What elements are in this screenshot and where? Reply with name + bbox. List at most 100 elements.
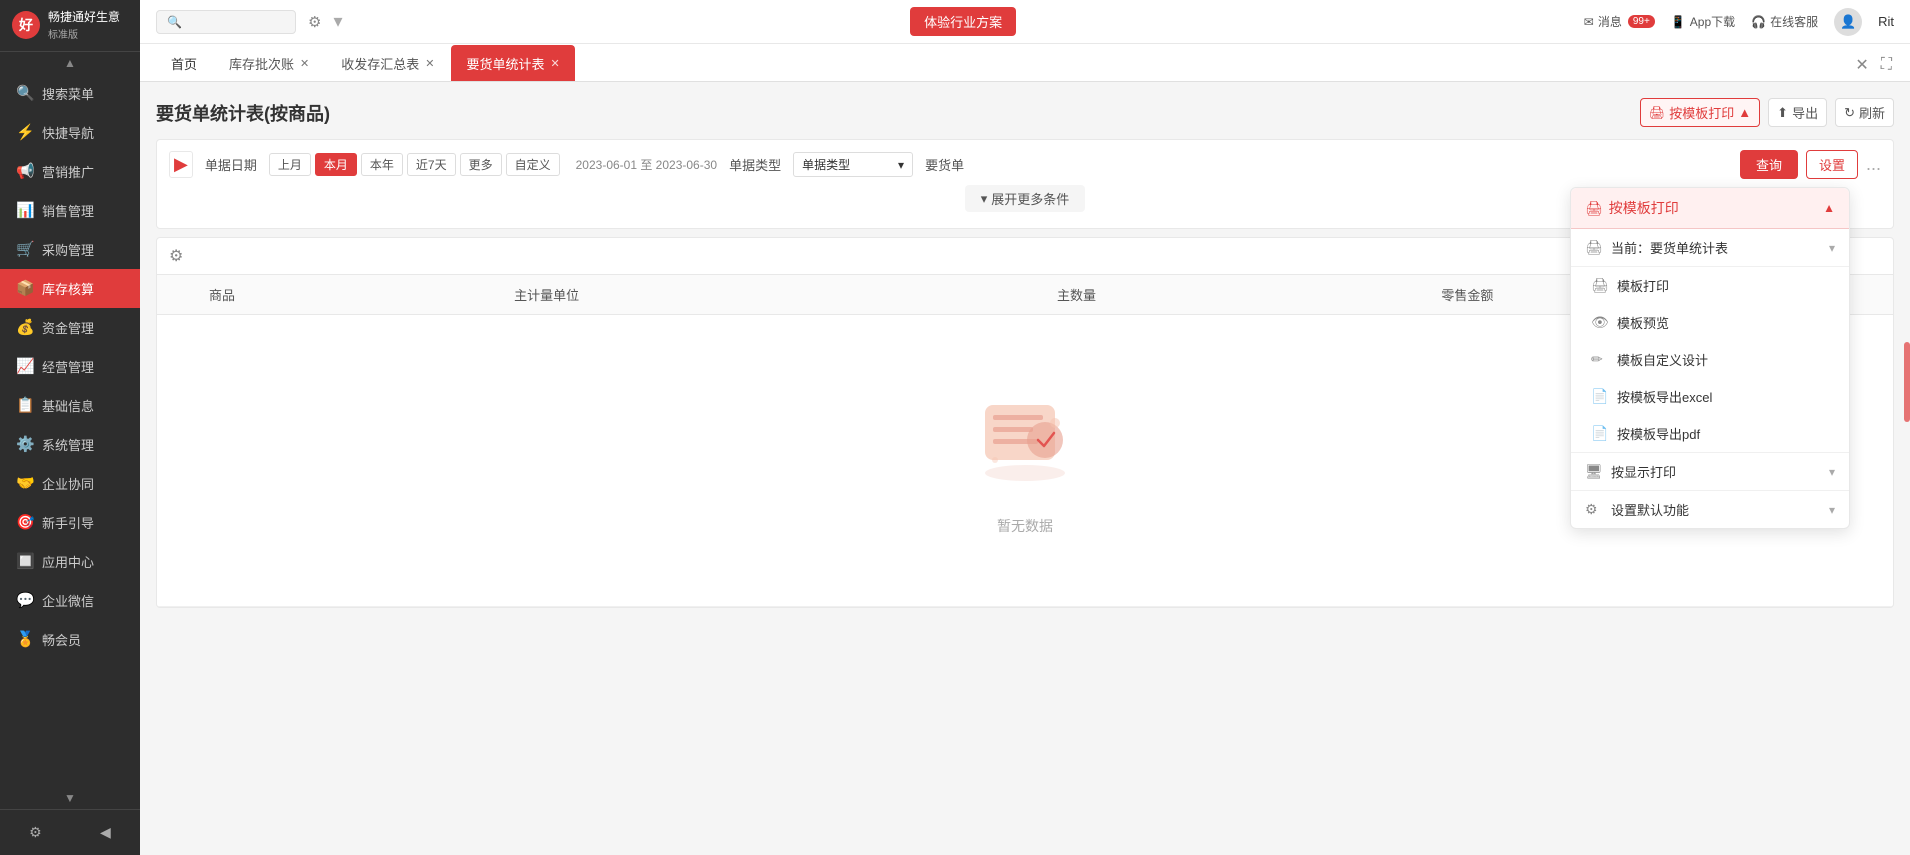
settings-bottom-btn[interactable]: ⚙: [23, 818, 48, 847]
menu-item-export-excel[interactable]: 📄 按模板导出excel: [1571, 378, 1849, 415]
sidebar-item-sales[interactable]: 📊 销售管理: [0, 191, 140, 230]
menu-item-template-design[interactable]: ✏ 模板自定义设计: [1571, 341, 1849, 378]
current-template-group[interactable]: 🖨 当前：要货单统计表 ▾: [1571, 229, 1849, 266]
messages-link[interactable]: ✉ 消息 99+: [1584, 13, 1655, 30]
user-name: Rit: [1878, 14, 1894, 29]
date-range-display: 2023-06-01 至 2023-06-30: [576, 156, 717, 173]
refresh-btn[interactable]: ↻ 刷新: [1835, 98, 1894, 127]
sidebar-item-member[interactable]: 🏅 畅会员: [0, 620, 140, 659]
order-type-value: 单据类型: [802, 156, 850, 173]
display-print-group[interactable]: 🖥 按显示打印 ▾: [1571, 453, 1849, 490]
query-btn[interactable]: 查询: [1740, 150, 1798, 179]
date-btn-more[interactable]: 更多: [460, 153, 502, 176]
sidebar-scroll-down[interactable]: ▼: [0, 787, 140, 809]
user-avatar[interactable]: 👤: [1834, 8, 1862, 36]
date-filter-label: 单据日期: [205, 155, 257, 174]
topbar-gear-icon[interactable]: ⚙: [308, 13, 321, 31]
col-quantity: 主数量: [1045, 275, 1429, 315]
set-default-group[interactable]: ⚙ 设置默认功能 ▾: [1571, 491, 1849, 528]
export-icon: ⬆: [1777, 105, 1788, 121]
online-service-link[interactable]: 🎧 在线客服: [1751, 13, 1818, 30]
tab-maximize-btn[interactable]: ⛶: [1879, 54, 1894, 76]
filter-row: ▶ 单据日期 上月 本月 本年 近7天 更多 自定义 2023-06-01 至 …: [169, 150, 1881, 179]
col-product: 商品: [197, 275, 502, 315]
order-cat-label: 要货单: [925, 155, 964, 174]
table-settings-icon[interactable]: ⚙: [169, 246, 183, 266]
expand-more-btn[interactable]: ▾ 展开更多条件: [965, 185, 1086, 212]
sidebar-item-marketing[interactable]: 📢 营销推广: [0, 152, 140, 191]
menu-item-export-pdf[interactable]: 📄 按模板导出pdf: [1571, 415, 1849, 452]
sidebar-item-basic[interactable]: 📋 基础信息: [0, 386, 140, 425]
sidebar-item-system[interactable]: ⚙️ 系统管理: [0, 425, 140, 464]
date-btn-this-year[interactable]: 本年: [361, 153, 403, 176]
expand-icon: ▾: [981, 191, 988, 207]
app-download-link[interactable]: 📱 App下载: [1671, 13, 1735, 30]
member-icon: 🏅: [16, 630, 34, 648]
date-btn-7days[interactable]: 近7天: [407, 153, 456, 176]
more-options-btn[interactable]: ...: [1866, 154, 1881, 175]
sidebar-item-label: 畅会员: [42, 630, 81, 649]
sidebar-item-quicknav[interactable]: ⚡ 快捷导航: [0, 113, 140, 152]
tab-batch-label: 库存批次账: [229, 54, 294, 73]
sidebar-item-operations[interactable]: 📈 经营管理: [0, 347, 140, 386]
tab-close-all-btn[interactable]: ✕: [1853, 53, 1870, 77]
date-btn-this-month[interactable]: 本月: [315, 153, 357, 176]
search-icon-topbar: 🔍: [167, 15, 182, 29]
date-btn-custom[interactable]: 自定义: [506, 153, 560, 176]
display-print-left: 🖥 按显示打印: [1585, 462, 1676, 481]
sidebar-item-collab[interactable]: 🤝 企业协同: [0, 464, 140, 503]
guide-icon: 🎯: [16, 513, 34, 531]
sales-icon: 📊: [16, 201, 34, 219]
template-print-label: 模板打印: [1617, 276, 1669, 295]
topbar-right: ✉ 消息 99+ 📱 App下载 🎧 在线客服 👤 Rit: [1584, 8, 1894, 36]
order-type-select[interactable]: 单据类型 ▾: [793, 152, 913, 177]
current-template-label: 当前：要货单统计表: [1611, 238, 1728, 257]
template-preview-icon: 👁: [1591, 314, 1607, 331]
current-template-section: 🖨 当前：要货单统计表 ▾: [1571, 229, 1849, 267]
tab-collection-close[interactable]: ✕: [425, 57, 434, 70]
sidebar-item-search[interactable]: 🔍 搜索菜单: [0, 74, 140, 113]
set-default-label: 设置默认功能: [1611, 500, 1689, 519]
date-btn-last-month[interactable]: 上月: [269, 153, 311, 176]
print-btn[interactable]: 🖨 按模板打印 ▲: [1640, 98, 1760, 127]
tab-collection-summary[interactable]: 收发存汇总表 ✕: [326, 45, 449, 81]
topbar-search-box[interactable]: 🔍: [156, 10, 296, 34]
topbar: 🔍 ⚙ ▾ 体验行业方案 ✉ 消息 99+ 📱 App下载 🎧 在线客服 👤: [140, 0, 1910, 44]
col-checkbox: [157, 275, 197, 315]
tab-order-stats[interactable]: 要货单统计表 ✕: [451, 45, 574, 81]
print-icon: 🖨: [1649, 105, 1666, 121]
set-default-section: ⚙ 设置默认功能 ▾: [1571, 491, 1849, 528]
sidebar-scroll-up[interactable]: ▲: [0, 52, 140, 74]
print-title-label: 按模板打印: [1609, 198, 1679, 218]
filter-collapse-btn[interactable]: ▶: [169, 151, 193, 178]
export-excel-label: 按模板导出excel: [1617, 387, 1712, 406]
sidebar-item-label: 系统管理: [42, 435, 94, 454]
sidebar-item-wechat[interactable]: 💬 企业微信: [0, 581, 140, 620]
sidebar-item-finance[interactable]: 💰 资金管理: [0, 308, 140, 347]
print-chevron-icon: ▲: [1738, 105, 1751, 120]
page-actions: 🖨 按模板打印 ▲ ⬆ 导出 ↻ 刷新: [1640, 98, 1894, 127]
sidebar-item-apps[interactable]: 🔲 应用中心: [0, 542, 140, 581]
logo-icon: 好: [12, 11, 40, 39]
print-dropdown-close-btn[interactable]: ▲: [1823, 201, 1835, 215]
export-btn[interactable]: ⬆ 导出: [1768, 98, 1827, 127]
inventory-icon: 📦: [16, 279, 34, 297]
scrollbar-thumb[interactable]: [1904, 342, 1910, 422]
sidebar-item-purchase[interactable]: 🛒 采购管理: [0, 230, 140, 269]
menu-item-template-print[interactable]: 🖨 模板打印: [1571, 267, 1849, 304]
tab-batch-close[interactable]: ✕: [300, 57, 309, 70]
export-label: 导出: [1792, 103, 1818, 122]
tab-home[interactable]: 首页: [156, 45, 212, 81]
tab-order-close[interactable]: ✕: [551, 57, 560, 70]
menu-item-template-preview[interactable]: 👁 模板预览: [1571, 304, 1849, 341]
sidebar-item-inventory[interactable]: 📦 库存核算: [0, 269, 140, 308]
sidebar-item-guide[interactable]: 🎯 新手引导: [0, 503, 140, 542]
filter-settings-btn[interactable]: 设置: [1806, 150, 1858, 179]
tab-batch-account[interactable]: 库存批次账 ✕: [214, 45, 324, 81]
set-default-left: ⚙ 设置默认功能: [1585, 500, 1689, 519]
trial-btn[interactable]: 体验行业方案: [910, 7, 1016, 36]
collapse-btn[interactable]: ◀: [94, 818, 117, 847]
select-chevron-icon: ▾: [898, 158, 904, 172]
topbar-dropdown-icon[interactable]: ▾: [333, 11, 342, 32]
display-print-section: 🖥 按显示打印 ▾: [1571, 453, 1849, 491]
